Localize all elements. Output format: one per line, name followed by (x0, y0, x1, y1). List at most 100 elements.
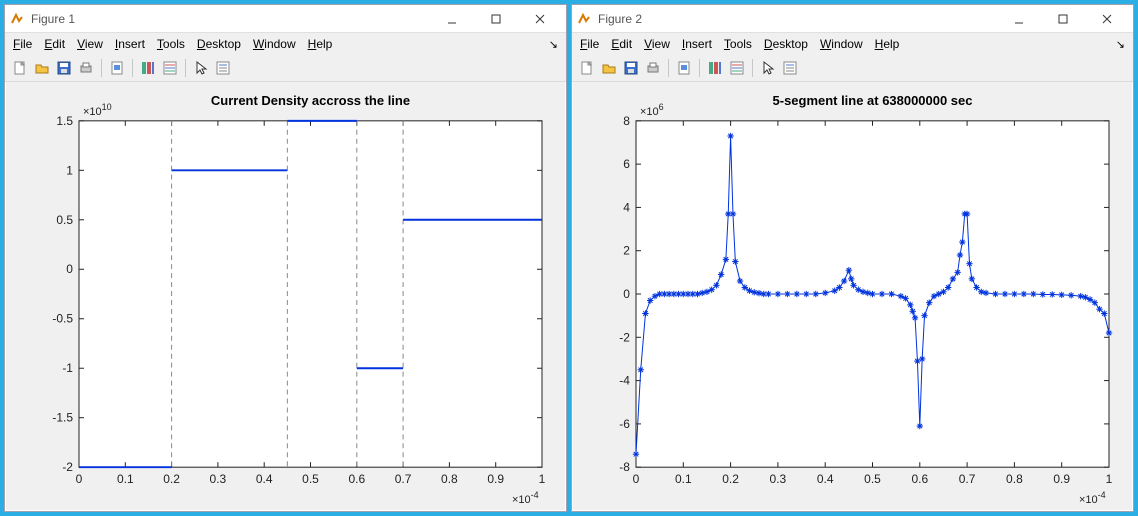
y-tick-label: 0.5 (56, 213, 73, 227)
data-marker (694, 291, 700, 297)
data-marker (912, 315, 918, 321)
close-button[interactable] (518, 5, 562, 33)
data-marker (775, 291, 781, 297)
menu-view[interactable]: View (77, 37, 103, 51)
y-tick-label: -2 (62, 460, 73, 474)
data-marker (794, 291, 800, 297)
menu-help[interactable]: Help (308, 37, 333, 51)
x-tick-label: 0.6 (911, 472, 928, 486)
data-marker (746, 288, 752, 294)
data-marker (957, 252, 963, 258)
data-marker (718, 271, 724, 277)
y-tick-label: -1.5 (52, 411, 73, 425)
data-marker (983, 290, 989, 296)
data-marker (902, 295, 908, 301)
data-marker (926, 299, 932, 305)
data-marker (964, 211, 970, 217)
data-marker (992, 291, 998, 297)
y-tick-label: 4 (623, 200, 630, 214)
x-tick-label: 0.8 (1006, 472, 1023, 486)
x-tick-label: 1 (539, 472, 546, 486)
figure-1-title: Figure 1 (31, 12, 75, 26)
y-tick-label: -8 (619, 460, 630, 474)
menu-dock-icon[interactable]: ↘ (549, 38, 558, 51)
x-tick-label: 0.9 (487, 472, 504, 486)
page-setup-icon[interactable] (673, 57, 695, 79)
figure-2-title: Figure 2 (598, 12, 642, 26)
menu-edit[interactable]: Edit (44, 37, 65, 51)
open-icon[interactable] (598, 57, 620, 79)
data-marker (813, 291, 819, 297)
figure-1-titlebar[interactable]: Figure 1 (5, 5, 566, 33)
data-marker (910, 308, 916, 314)
menu-file[interactable]: File (13, 37, 32, 51)
x-tick-label: 0.6 (348, 472, 365, 486)
y-tick-label: -6 (619, 417, 630, 431)
data-marker (765, 291, 771, 297)
minimize-button[interactable] (997, 5, 1041, 33)
new-icon[interactable] (9, 57, 31, 79)
menu-desktop[interactable]: Desktop (197, 37, 241, 51)
pointer-icon[interactable] (190, 57, 212, 79)
figure-1-menubar: File Edit View Insert Tools Desktop Wind… (5, 33, 566, 55)
menu-window[interactable]: Window (253, 37, 296, 51)
menu-tools[interactable]: Tools (724, 37, 752, 51)
figure-2-titlebar[interactable]: Figure 2 (572, 5, 1133, 33)
menu-file[interactable]: File (580, 37, 599, 51)
print-icon[interactable] (75, 57, 97, 79)
x-tick-label: 0.5 (302, 472, 319, 486)
menu-view[interactable]: View (644, 37, 670, 51)
menu-insert[interactable]: Insert (115, 37, 145, 51)
figure-1-axes[interactable]: Current Density accross the line×1010×10… (9, 85, 562, 507)
data-marker (737, 278, 743, 284)
menu-insert[interactable]: Insert (682, 37, 712, 51)
x-tick-label: 0.2 (722, 472, 739, 486)
data-marker (822, 290, 828, 296)
page-setup-icon[interactable] (106, 57, 128, 79)
data-marker (803, 291, 809, 297)
new-icon[interactable] (576, 57, 598, 79)
menu-desktop[interactable]: Desktop (764, 37, 808, 51)
figure-2-axes[interactable]: 5-segment line at 638000000 sec×106×10-4… (576, 85, 1129, 507)
data-marker (1049, 291, 1055, 297)
x-tick-label: 0 (633, 472, 640, 486)
minimize-button[interactable] (430, 5, 474, 33)
data-marker (730, 211, 736, 217)
open-icon[interactable] (31, 57, 53, 79)
close-button[interactable] (1085, 5, 1129, 33)
menu-tools[interactable]: Tools (157, 37, 185, 51)
maximize-button[interactable] (1041, 5, 1085, 33)
x-tick-label: 0.3 (210, 472, 227, 486)
data-marker (959, 239, 965, 245)
menu-help[interactable]: Help (875, 37, 900, 51)
property-inspector-icon[interactable] (212, 57, 234, 79)
x-tick-label: 0.5 (864, 472, 881, 486)
menu-edit[interactable]: Edit (611, 37, 632, 51)
print-icon[interactable] (642, 57, 664, 79)
pointer-icon[interactable] (757, 57, 779, 79)
y-tick-label: 1 (66, 163, 73, 177)
property-inspector-icon[interactable] (779, 57, 801, 79)
save-icon[interactable] (620, 57, 642, 79)
x-tick-label: 0.9 (1053, 472, 1070, 486)
x-tick-label: 0.3 (770, 472, 787, 486)
menu-window[interactable]: Window (820, 37, 863, 51)
data-marker (638, 367, 644, 373)
menu-dock-icon[interactable]: ↘ (1116, 38, 1125, 51)
figure-1-window: Figure 1 File Edit View Insert Tools Des… (4, 4, 567, 512)
color-order-icon[interactable] (704, 57, 726, 79)
data-marker (1106, 330, 1112, 336)
matlab-logo-icon (576, 11, 592, 27)
color-order-icon[interactable] (137, 57, 159, 79)
save-icon[interactable] (53, 57, 75, 79)
data-marker (869, 291, 875, 297)
plot-palette-icon[interactable] (159, 57, 181, 79)
plot-palette-icon[interactable] (726, 57, 748, 79)
y-tick-label: 0 (623, 287, 630, 301)
data-marker (713, 282, 719, 288)
figure-1-toolbar (5, 55, 566, 82)
x-tick-label: 0.4 (256, 472, 273, 486)
data-marker (1011, 291, 1017, 297)
maximize-button[interactable] (474, 5, 518, 33)
x-tick-label: 0.1 (675, 472, 692, 486)
